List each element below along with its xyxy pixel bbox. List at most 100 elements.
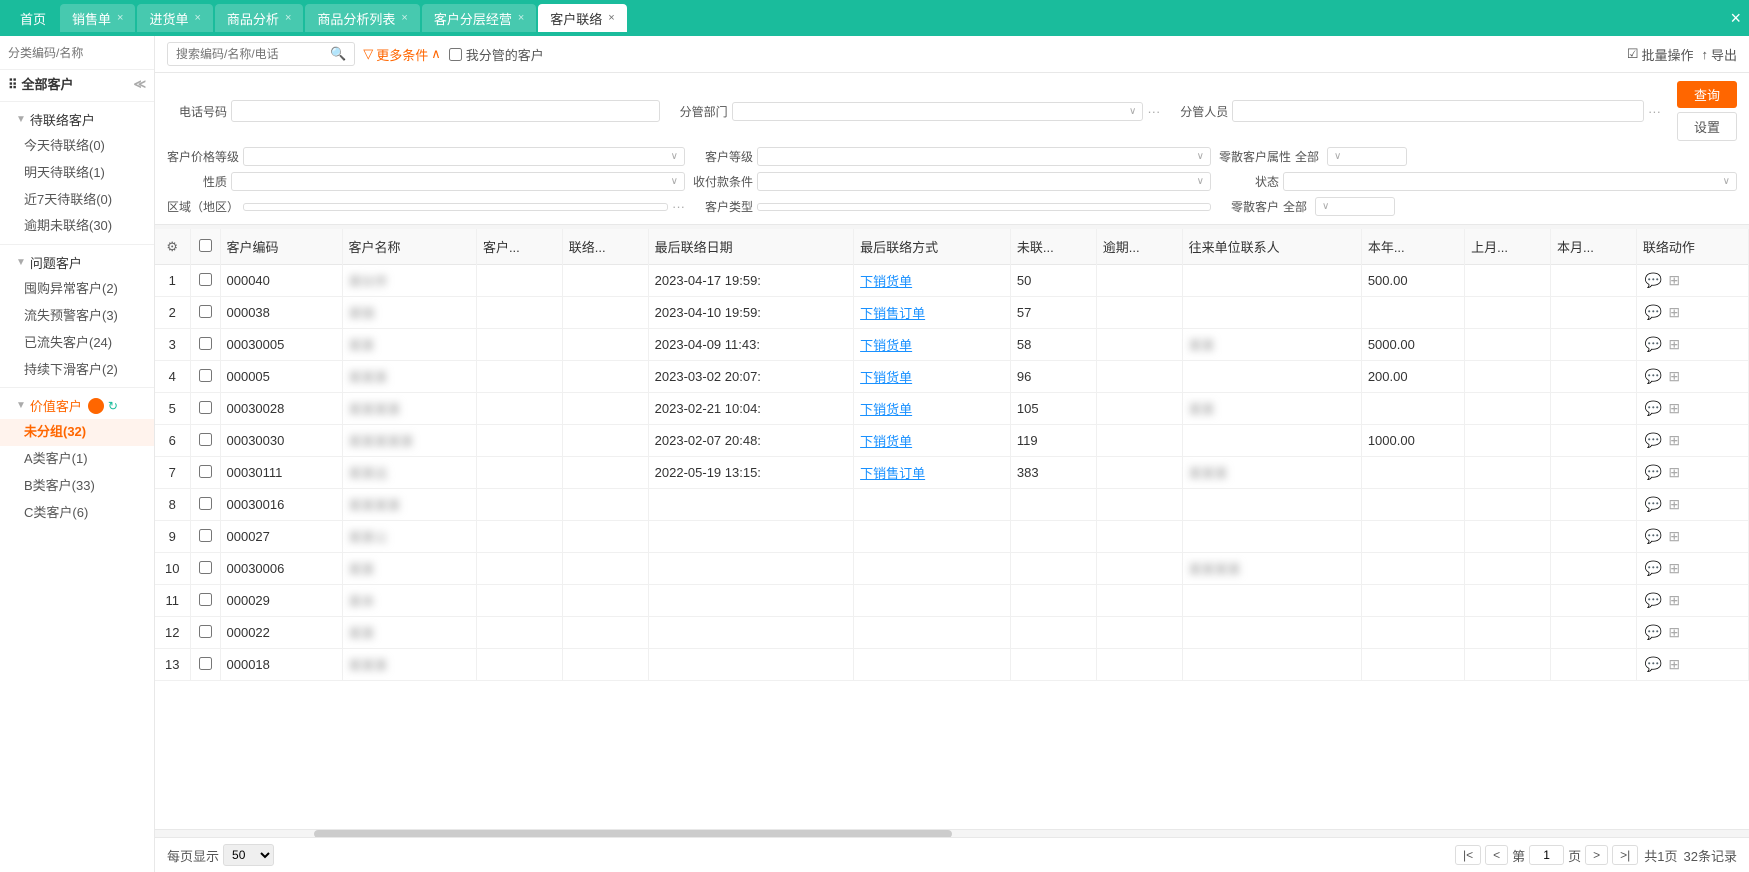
filter-retail-attr-select[interactable]: ∨ (1327, 147, 1407, 166)
sidebar-item-c-class[interactable]: C类客户(6) (0, 500, 154, 527)
filter-payment-select[interactable]: ∨ (757, 172, 1211, 191)
select-all-checkbox[interactable] (199, 239, 212, 252)
refresh-icon[interactable]: ↻ (108, 399, 118, 413)
grid-icon[interactable]: ⊞ (1668, 368, 1680, 385)
tab-customer-contact[interactable]: 客户联络 × (538, 4, 626, 32)
row-checkbox[interactable] (199, 593, 212, 606)
sidebar-item-declining[interactable]: 持续下滑客户(2) (0, 357, 154, 384)
row-checkbox[interactable] (199, 401, 212, 414)
first-page-btn[interactable]: |< (1455, 845, 1481, 865)
grid-icon[interactable]: ⊞ (1668, 624, 1680, 641)
close-all-icon[interactable]: × (1730, 8, 1741, 29)
row-checkbox[interactable] (199, 529, 212, 542)
row-checkbox[interactable] (199, 465, 212, 478)
horizontal-scrollbar[interactable] (155, 829, 1749, 837)
chat-icon[interactable]: 💬 (1645, 368, 1662, 385)
grid-icon[interactable]: ⊞ (1668, 528, 1680, 545)
sidebar-item-tomorrow[interactable]: 明天待联络(1) (0, 160, 154, 187)
chat-icon[interactable]: 💬 (1645, 496, 1662, 513)
chat-icon[interactable]: 💬 (1645, 304, 1662, 321)
chat-icon[interactable]: 💬 (1645, 560, 1662, 577)
sidebar-group-pending[interactable]: ▼ 待联络客户 (0, 106, 154, 133)
tab-product-analysis-list[interactable]: 商品分析列表 × (305, 4, 419, 32)
chat-icon[interactable]: 💬 (1645, 592, 1662, 609)
grid-icon[interactable]: ⊞ (1668, 336, 1680, 353)
sidebar-group-problem[interactable]: ▼ 问题客户 (0, 249, 154, 276)
row-checkbox[interactable] (199, 369, 212, 382)
tab-product-analysis-list-close[interactable]: × (401, 12, 407, 24)
page-size-select[interactable]: 50 100 (223, 844, 274, 866)
dept-more-icon[interactable]: ··· (1147, 104, 1160, 119)
sidebar-item-today[interactable]: 今天待联络(0) (0, 133, 154, 160)
last-page-btn[interactable]: >| (1612, 845, 1638, 865)
tab-sales-close[interactable]: × (117, 12, 123, 24)
filter-status-select[interactable]: ∨ (1283, 172, 1737, 191)
row-checkbox[interactable] (199, 561, 212, 574)
grid-icon[interactable]: ⊞ (1668, 304, 1680, 321)
reset-button[interactable]: 设置 (1677, 112, 1737, 141)
filter-staff-input[interactable] (1232, 100, 1644, 122)
settings-icon[interactable]: ⚙ (166, 239, 178, 254)
tab-customer-tier-close[interactable]: × (518, 12, 524, 24)
search-icon[interactable]: 🔍 (330, 46, 346, 62)
grid-icon[interactable]: ⊞ (1668, 272, 1680, 289)
filter-price-level-select[interactable]: ∨ (243, 147, 685, 166)
grid-icon[interactable]: ⊞ (1668, 432, 1680, 449)
prev-page-btn[interactable]: < (1485, 845, 1508, 865)
filter-cust-type-select[interactable] (757, 203, 1211, 211)
tab-home[interactable]: 首页 (8, 4, 58, 32)
sidebar-item-ungroup[interactable]: 未分组(32) (0, 419, 154, 446)
search-input[interactable] (176, 47, 326, 61)
grid-icon[interactable]: ⊞ (1668, 560, 1680, 577)
staff-more-icon[interactable]: ··· (1648, 104, 1661, 119)
filter-nature-select[interactable]: ∨ (231, 172, 685, 191)
tab-customer-contact-close[interactable]: × (608, 12, 614, 24)
area-more-icon[interactable]: ··· (672, 199, 685, 214)
chat-icon[interactable]: 💬 (1645, 400, 1662, 417)
tab-sales[interactable]: 销售单 × (60, 4, 135, 32)
filter-retail-cust-select[interactable]: ∨ (1315, 197, 1395, 216)
grid-icon[interactable]: ⊞ (1668, 656, 1680, 673)
row-checkbox[interactable] (199, 337, 212, 350)
page-number-input[interactable] (1529, 845, 1564, 865)
query-button[interactable]: 查询 (1677, 81, 1737, 108)
row-checkbox[interactable] (199, 625, 212, 638)
tab-product-analysis[interactable]: 商品分析 × (215, 4, 303, 32)
chat-icon[interactable]: 💬 (1645, 432, 1662, 449)
chat-icon[interactable]: 💬 (1645, 656, 1662, 673)
tab-purchase[interactable]: 进货单 × (137, 4, 212, 32)
chat-icon[interactable]: 💬 (1645, 464, 1662, 481)
row-checkbox[interactable] (199, 305, 212, 318)
sidebar-item-churn-warn[interactable]: 流失预警客户(3) (0, 303, 154, 330)
sidebar-item-hoarding[interactable]: 囤购异常客户(2) (0, 276, 154, 303)
sidebar-collapse-icon[interactable]: ≪ (133, 77, 146, 91)
batch-op-btn[interactable]: ☑ 批量操作 (1627, 45, 1694, 64)
chat-icon[interactable]: 💬 (1645, 272, 1662, 289)
more-filter-btn[interactable]: ▽ 更多条件 ∧ (363, 45, 441, 64)
grid-icon[interactable]: ⊞ (1668, 400, 1680, 417)
sidebar-group-value[interactable]: ▼ 价值客户 ↻ (0, 392, 154, 419)
tab-product-analysis-close[interactable]: × (285, 12, 291, 24)
filter-dept-select[interactable]: ∨ (732, 102, 1144, 121)
next-page-btn[interactable]: > (1585, 845, 1608, 865)
chat-icon[interactable]: 💬 (1645, 336, 1662, 353)
filter-cust-level-select[interactable]: ∨ (757, 147, 1211, 166)
tab-purchase-close[interactable]: × (194, 12, 200, 24)
export-btn[interactable]: ↑ 导出 (1701, 45, 1737, 64)
sidebar-item-overdue[interactable]: 逾期未联络(30) (0, 213, 154, 240)
filter-area-select[interactable] (243, 203, 668, 211)
grid-icon[interactable]: ⊞ (1668, 496, 1680, 513)
row-checkbox[interactable] (199, 273, 212, 286)
row-checkbox[interactable] (199, 497, 212, 510)
sidebar-item-a-class[interactable]: A类客户(1) (0, 446, 154, 473)
my-customer-checkbox[interactable] (449, 48, 462, 61)
chat-icon[interactable]: 💬 (1645, 528, 1662, 545)
row-checkbox[interactable] (199, 433, 212, 446)
sidebar-item-b-class[interactable]: B类客户(33) (0, 473, 154, 500)
chat-icon[interactable]: 💬 (1645, 624, 1662, 641)
row-checkbox[interactable] (199, 657, 212, 670)
sidebar-search-input[interactable] (8, 46, 155, 60)
sidebar-item-7days[interactable]: 近7天待联络(0) (0, 187, 154, 214)
filter-phone-input[interactable] (231, 100, 660, 122)
sidebar-all-customers-header[interactable]: ⠿全部客户 ≪ (0, 70, 154, 97)
